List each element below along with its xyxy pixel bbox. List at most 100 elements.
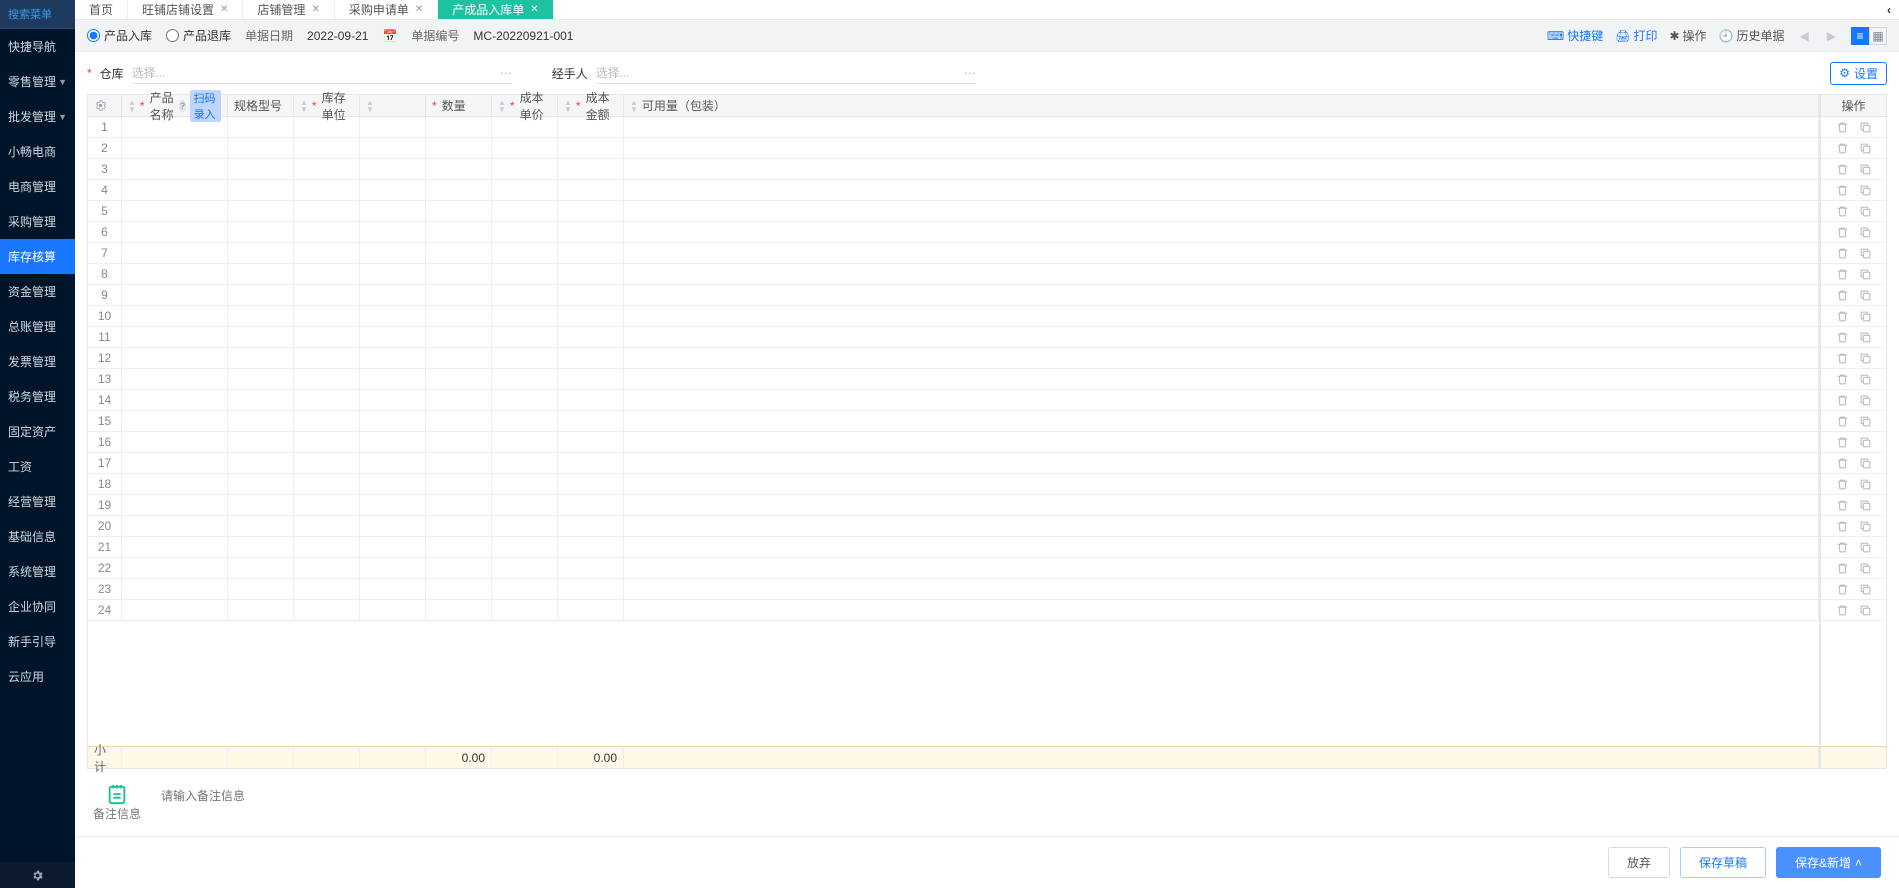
sidebar-item-17[interactable]: 新手引导 [0, 624, 75, 659]
col-product-name[interactable]: ▲▼*产品名称?扫码录入 [122, 95, 228, 116]
sidebar-settings[interactable] [0, 862, 75, 888]
copy-icon[interactable] [1859, 394, 1872, 407]
delete-icon[interactable] [1836, 184, 1849, 197]
col-avail[interactable]: ▲▼可用量（包装） [624, 95, 1819, 116]
view-grid-icon[interactable]: ▦ [1869, 27, 1887, 45]
delete-icon[interactable] [1836, 436, 1849, 449]
radio-product-in[interactable]: 产品入库 [87, 27, 152, 44]
copy-icon[interactable] [1859, 541, 1872, 554]
sidebar-item-5[interactable]: 采购管理 [0, 204, 75, 239]
table-row[interactable]: 22 [88, 558, 1819, 579]
table-row[interactable]: 13 [88, 369, 1819, 390]
copy-icon[interactable] [1859, 142, 1872, 155]
sidebar-item-4[interactable]: 电商管理 [0, 169, 75, 204]
delete-icon[interactable] [1836, 373, 1849, 386]
delete-icon[interactable] [1836, 352, 1849, 365]
table-row[interactable]: 3 [88, 159, 1819, 180]
delete-icon[interactable] [1836, 520, 1849, 533]
delete-icon[interactable] [1836, 247, 1849, 260]
save-new-button[interactable]: 保存&新增˄ [1776, 847, 1881, 878]
sidebar-item-9[interactable]: 发票管理 [0, 344, 75, 379]
settings-button[interactable]: ⚙ 设置 [1830, 62, 1887, 85]
shortcut-button[interactable]: ⌨ 快捷键 [1547, 27, 1603, 44]
copy-icon[interactable] [1859, 373, 1872, 386]
copy-icon[interactable] [1859, 226, 1872, 239]
delete-icon[interactable] [1836, 457, 1849, 470]
copy-icon[interactable] [1859, 499, 1872, 512]
col-price[interactable]: ▲▼*成本单价 [492, 95, 558, 116]
sidebar-item-15[interactable]: 系统管理 [0, 554, 75, 589]
delete-icon[interactable] [1836, 163, 1849, 176]
table-row[interactable]: 21 [88, 537, 1819, 558]
sidebar-item-6[interactable]: 库存核算 [0, 239, 75, 274]
close-icon[interactable]: ✕ [311, 4, 319, 15]
remark-input[interactable] [159, 783, 1429, 810]
table-row[interactable]: 8 [88, 264, 1819, 285]
print-button[interactable]: 🖨 打印 [1615, 27, 1657, 44]
sidebar-item-8[interactable]: 总账管理 [0, 309, 75, 344]
save-draft-button[interactable]: 保存草稿 [1680, 847, 1766, 878]
delete-icon[interactable] [1836, 583, 1849, 596]
copy-icon[interactable] [1859, 121, 1872, 134]
tab-1[interactable]: 旺铺店铺设置✕ [128, 0, 243, 19]
delete-icon[interactable] [1836, 310, 1849, 323]
tab-4[interactable]: 产成品入库单✕ [438, 0, 553, 19]
table-row[interactable]: 20 [88, 516, 1819, 537]
close-icon[interactable]: ✕ [220, 4, 228, 15]
scan-badge[interactable]: 扫码录入 [190, 90, 221, 122]
delete-icon[interactable] [1836, 415, 1849, 428]
table-row[interactable]: 18 [88, 474, 1819, 495]
warehouse-picker[interactable]: 选择...⋯ [132, 62, 512, 84]
table-row[interactable]: 16 [88, 432, 1819, 453]
history-next[interactable]: ▶ [1824, 29, 1839, 43]
delete-icon[interactable] [1836, 499, 1849, 512]
date-value[interactable]: 2022-09-21 [307, 29, 368, 43]
delete-icon[interactable] [1836, 541, 1849, 554]
tab-3[interactable]: 采购申请单✕ [335, 0, 438, 19]
copy-icon[interactable] [1859, 436, 1872, 449]
table-row[interactable]: 12 [88, 348, 1819, 369]
col-unit[interactable]: ▲▼*库存单位 [294, 95, 360, 116]
tab-0[interactable]: 首页 [75, 0, 128, 19]
table-row[interactable]: 10 [88, 306, 1819, 327]
handler-picker[interactable]: 选择...⋯ [596, 62, 976, 84]
copy-icon[interactable] [1859, 520, 1872, 533]
radio-product-out[interactable]: 产品退库 [166, 27, 231, 44]
col-amount[interactable]: ▲▼*成本金额 [558, 95, 624, 116]
col-gear[interactable] [88, 95, 122, 116]
copy-icon[interactable] [1859, 163, 1872, 176]
sidebar-item-1[interactable]: 零售管理▼ [0, 64, 75, 99]
delete-icon[interactable] [1836, 268, 1849, 281]
sidebar-search[interactable]: 搜索菜单 [0, 0, 75, 29]
delete-icon[interactable] [1836, 604, 1849, 617]
delete-icon[interactable] [1836, 121, 1849, 134]
table-row[interactable]: 19 [88, 495, 1819, 516]
sidebar-item-0[interactable]: 快捷导航 [0, 29, 75, 64]
copy-icon[interactable] [1859, 562, 1872, 575]
copy-icon[interactable] [1859, 331, 1872, 344]
delete-icon[interactable] [1836, 562, 1849, 575]
table-row[interactable]: 11 [88, 327, 1819, 348]
table-row[interactable]: 5 [88, 201, 1819, 222]
sidebar-item-13[interactable]: 经营管理 [0, 484, 75, 519]
sidebar-item-11[interactable]: 固定资产 [0, 414, 75, 449]
table-row[interactable]: 4 [88, 180, 1819, 201]
discard-button[interactable]: 放弃 [1608, 847, 1670, 878]
view-list-icon[interactable]: ≡ [1851, 27, 1869, 45]
sidebar-item-16[interactable]: 企业协同 [0, 589, 75, 624]
copy-icon[interactable] [1859, 268, 1872, 281]
delete-icon[interactable] [1836, 289, 1849, 302]
table-row[interactable]: 2 [88, 138, 1819, 159]
delete-icon[interactable] [1836, 478, 1849, 491]
copy-icon[interactable] [1859, 310, 1872, 323]
table-row[interactable]: 15 [88, 411, 1819, 432]
table-row[interactable]: 24 [88, 600, 1819, 621]
sidebar-item-18[interactable]: 云应用 [0, 659, 75, 694]
delete-icon[interactable] [1836, 142, 1849, 155]
delete-icon[interactable] [1836, 226, 1849, 239]
col-spec[interactable]: 规格型号 [228, 95, 294, 116]
col-qty[interactable]: *数量 [426, 95, 492, 116]
sidebar-item-3[interactable]: 小畅电商 [0, 134, 75, 169]
copy-icon[interactable] [1859, 289, 1872, 302]
copy-icon[interactable] [1859, 604, 1872, 617]
